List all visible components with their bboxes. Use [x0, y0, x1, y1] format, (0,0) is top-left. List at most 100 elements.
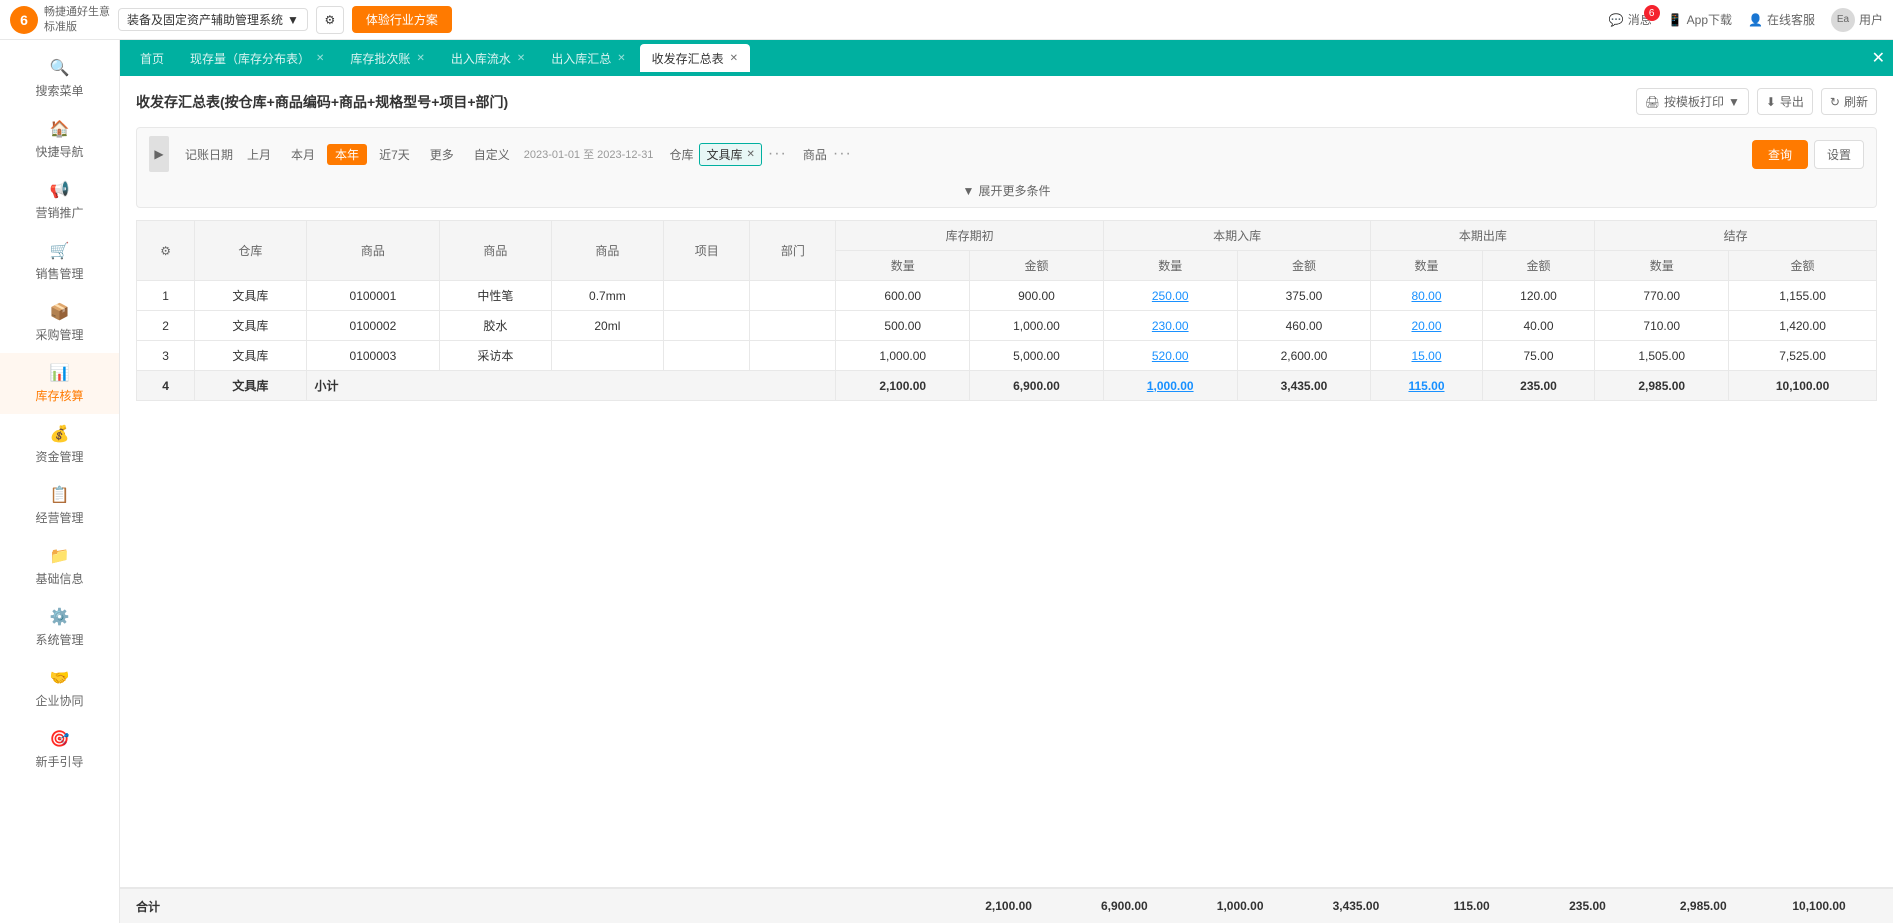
header-right: 💬 消息 6 📱 App下载 👤 在线客服 Ea 用户: [1609, 8, 1883, 32]
logo-area: 6 畅捷通好生意 标准版: [10, 5, 110, 34]
in-amt-header: 金额: [1237, 251, 1371, 281]
message-button[interactable]: 💬 消息 6: [1609, 11, 1652, 28]
data-table: ⚙ 仓库 商品 商品 商品 项目 部门 库存期初 本期入库 本期出库 结存 数量: [136, 220, 1877, 401]
goods-name-header: 商品: [440, 221, 551, 281]
main-layout: 🔍搜索菜单🏠快捷导航📢营销推广🛒销售管理📦采购管理📊库存核算💰资金管理📋经营管理…: [0, 40, 1893, 923]
sidebar-item-finance[interactable]: 💰资金管理: [0, 414, 119, 475]
shortcut-this-month[interactable]: 本月: [283, 144, 323, 165]
table-row: 2 文具库 0100002 胶水 20ml 500.00 1,000.00 23…: [137, 311, 1877, 341]
date-shortcuts: 上月 本月 本年 近7天 更多 自定义: [239, 144, 518, 165]
opening-amt-header: 金额: [970, 251, 1104, 281]
page-content: 收发存汇总表(按仓库+商品编码+商品+规格型号+项目+部门) 🖨 按模板打印 ▼…: [120, 76, 1893, 887]
shortcut-7days[interactable]: 近7天: [371, 144, 418, 165]
sidebar-item-sales[interactable]: 🛒销售管理: [0, 231, 119, 292]
refresh-button[interactable]: ↻ 刷新: [1821, 88, 1877, 115]
opening-group-header: 库存期初: [836, 221, 1103, 251]
warehouse-tag-close[interactable]: ✕: [746, 149, 754, 160]
date-range: 2023-01-01 至 2023-12-31: [524, 146, 654, 162]
in-qty-header: 数量: [1103, 251, 1237, 281]
print-button[interactable]: 🖨 按模板打印 ▼: [1636, 88, 1749, 115]
tab-stock-dist[interactable]: 现存量（库存分布表）✕: [178, 44, 336, 72]
warehouse-tag: 文具库 ✕: [699, 143, 761, 166]
export-button[interactable]: ⬇ 导出: [1757, 88, 1813, 115]
collapse-btn-area: ▶: [149, 136, 169, 172]
user-menu[interactable]: Ea 用户: [1831, 8, 1883, 32]
sidebar-item-inventory[interactable]: 📊库存核算: [0, 353, 119, 414]
goods-spec-header: 商品: [551, 221, 664, 281]
table-settings-header[interactable]: ⚙: [137, 221, 195, 281]
app-download-button[interactable]: 📱 App下载: [1668, 11, 1732, 28]
goods-code-header: 商品: [306, 221, 440, 281]
balance-group-header: 结存: [1595, 221, 1877, 251]
goods-label: 商品: [803, 146, 827, 163]
warehouse-filter-group: 仓库 文具库 ✕ ···: [669, 143, 786, 166]
project-header: 项目: [664, 221, 750, 281]
sidebar-item-quick[interactable]: 🏠快捷导航: [0, 109, 119, 170]
goods-filter-group: 商品 ···: [803, 145, 852, 163]
table-row: 3 文具库 0100003 采访本 1,000.00 5,000.00 520.…: [137, 341, 1877, 371]
sidebar: 🔍搜索菜单🏠快捷导航📢营销推广🛒销售管理📦采购管理📊库存核算💰资金管理📋经营管理…: [0, 40, 120, 923]
in-group-header: 本期入库: [1103, 221, 1370, 251]
expand-button[interactable]: ▼ 展开更多条件: [963, 182, 1051, 199]
online-service-button[interactable]: 👤 在线客服: [1748, 11, 1815, 28]
filter-row: ▶ 记账日期 上月 本月 本年 近7天 更多 自定义 2023-01-01 至 …: [149, 136, 1864, 172]
logo-text: 畅捷通好生意 标准版: [44, 5, 110, 34]
shortcut-last-month[interactable]: 上月: [239, 144, 279, 165]
goods-more[interactable]: ···: [833, 145, 852, 163]
shortcut-more[interactable]: 更多: [422, 144, 462, 165]
filter-bar: ▶ 记账日期 上月 本月 本年 近7天 更多 自定义 2023-01-01 至 …: [136, 127, 1877, 208]
warehouse-header: 仓库: [195, 221, 306, 281]
gear-button[interactable]: ⚙: [316, 6, 344, 34]
tab-close-inout-flow[interactable]: ✕: [517, 53, 525, 64]
subtotal-row: 4 文具库 小计 2,100.00 6,900.00 1,000.00 3,43…: [137, 371, 1877, 401]
tab-close-batch[interactable]: ✕: [416, 53, 424, 64]
tab-batch[interactable]: 库存批次账✕: [338, 44, 436, 72]
tab-close-recv-summary[interactable]: ✕: [730, 53, 738, 64]
out-group-header: 本期出库: [1371, 221, 1595, 251]
bottom-bar: 合计 2,100.00 6,900.00 1,000.00 3,435.00 1…: [120, 887, 1893, 923]
table-row: 1 文具库 0100001 中性笔 0.7mm 600.00 900.00 25…: [137, 281, 1877, 311]
sidebar-item-purchase[interactable]: 📦采购管理: [0, 292, 119, 353]
date-label: 记账日期: [185, 146, 233, 163]
page-title-row: 收发存汇总表(按仓库+商品编码+商品+规格型号+项目+部门) 🖨 按模板打印 ▼…: [136, 88, 1877, 115]
sidebar-item-search[interactable]: 🔍搜索菜单: [0, 48, 119, 109]
tab-bar-close-all[interactable]: ✕: [1872, 48, 1885, 68]
logo-icon: 6: [10, 6, 38, 34]
tab-inout-summary[interactable]: 出入库汇总✕: [539, 44, 637, 72]
tab-close-inout-summary[interactable]: ✕: [617, 53, 625, 64]
tab-home[interactable]: 首页: [128, 44, 176, 72]
sidebar-item-operation[interactable]: 📋经营管理: [0, 475, 119, 536]
shortcut-this-year[interactable]: 本年: [327, 144, 367, 165]
header-left: 6 畅捷通好生意 标准版 装备及固定资产辅助管理系统 ▼ ⚙ 体验行业方案: [10, 5, 452, 34]
query-button[interactable]: 查询: [1752, 140, 1808, 169]
sidebar-item-basic[interactable]: 📁基础信息: [0, 536, 119, 597]
sidebar-item-newbie[interactable]: 🎯新手引导: [0, 719, 119, 780]
out-amt-header: 金额: [1482, 251, 1595, 281]
tab-inout-flow[interactable]: 出入库流水✕: [439, 44, 537, 72]
warehouse-more[interactable]: ···: [768, 145, 787, 163]
opening-qty-header: 数量: [836, 251, 970, 281]
message-badge: 6: [1644, 5, 1660, 21]
sidebar-item-marketing[interactable]: 📢营销推广: [0, 170, 119, 231]
date-filter-group: 记账日期 上月 本月 本年 近7天 更多 自定义 2023-01-01 至 20…: [185, 144, 653, 165]
out-qty-header: 数量: [1371, 251, 1482, 281]
query-actions: 查询 设置: [1752, 140, 1864, 169]
page-title: 收发存汇总表(按仓库+商品编码+商品+规格型号+项目+部门): [136, 92, 508, 112]
content-area: 首页现存量（库存分布表）✕库存批次账✕出入库流水✕出入库汇总✕收发存汇总表✕✕ …: [120, 40, 1893, 923]
department-header: 部门: [750, 221, 836, 281]
total-label: 合计: [136, 898, 256, 915]
shortcut-custom[interactable]: 自定义: [466, 144, 518, 165]
tab-bar: 首页现存量（库存分布表）✕库存批次账✕出入库流水✕出入库汇总✕收发存汇总表✕✕: [120, 40, 1893, 76]
warehouse-label: 仓库: [669, 146, 693, 163]
sidebar-item-system[interactable]: ⚙️系统管理: [0, 597, 119, 658]
expand-area: ▼ 展开更多条件: [149, 178, 1864, 199]
tab-close-stock-dist[interactable]: ✕: [316, 53, 324, 64]
total-values: 2,100.00 6,900.00 1,000.00 3,435.00 115.…: [256, 899, 1877, 913]
top-header: 6 畅捷通好生意 标准版 装备及固定资产辅助管理系统 ▼ ⚙ 体验行业方案 💬 …: [0, 0, 1893, 40]
trial-button[interactable]: 体验行业方案: [352, 6, 452, 33]
system-select[interactable]: 装备及固定资产辅助管理系统 ▼: [118, 8, 308, 31]
tab-recv-summary[interactable]: 收发存汇总表✕: [640, 44, 750, 72]
filter-collapse-button[interactable]: ▶: [149, 136, 169, 172]
sidebar-item-enterprise[interactable]: 🤝企业协同: [0, 658, 119, 719]
filter-setting-button[interactable]: 设置: [1814, 140, 1864, 169]
